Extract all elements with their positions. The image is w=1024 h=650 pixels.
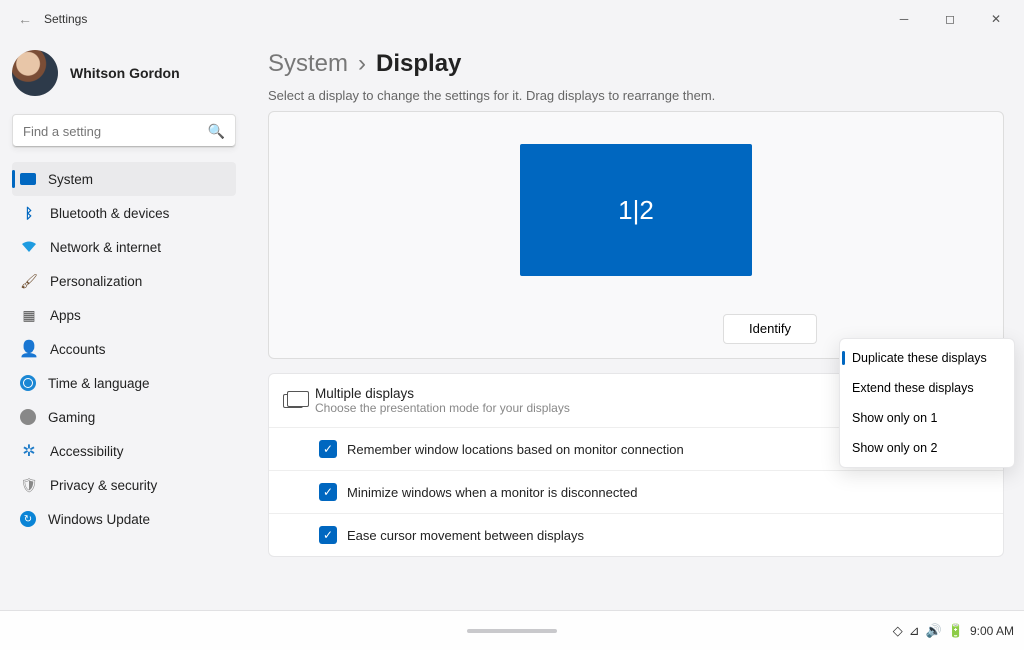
- page-subtitle: Select a display to change the settings …: [268, 88, 1004, 103]
- card-title: Multiple displays: [315, 386, 570, 401]
- sidebar-item-label: Accessibility: [50, 444, 124, 459]
- location-icon[interactable]: ◇: [893, 623, 903, 639]
- maximize-button[interactable]: ◻: [936, 12, 964, 26]
- account-block[interactable]: Whitson Gordon: [12, 50, 236, 96]
- sidebar-item-apps[interactable]: ▦ Apps: [12, 298, 236, 332]
- monitor-tile[interactable]: 1|2: [520, 144, 752, 276]
- taskbar[interactable]: ◇ ⊿ 🔊 🔋 9:00 AM: [0, 610, 1024, 650]
- checkbox-checked-icon[interactable]: ✓: [319, 526, 337, 544]
- person-icon: 👤: [20, 340, 38, 358]
- taskbar-handle: [467, 629, 557, 633]
- wifi-tray-icon[interactable]: ⊿: [909, 623, 920, 639]
- sidebar-item-accessibility[interactable]: ✲ Accessibility: [12, 434, 236, 468]
- sidebar-item-label: Privacy & security: [50, 478, 157, 493]
- system-tray[interactable]: ◇ ⊿ 🔊 🔋 9:00 AM: [893, 623, 1014, 639]
- sidebar-item-network[interactable]: Network & internet: [12, 230, 236, 264]
- search-icon: 🔍: [208, 123, 225, 140]
- search-box[interactable]: 🔍: [12, 114, 236, 148]
- displays-icon: [283, 394, 303, 408]
- checkbox-checked-icon[interactable]: ✓: [319, 440, 337, 458]
- sidebar-item-label: Bluetooth & devices: [50, 206, 169, 221]
- sidebar-item-update[interactable]: Windows Update: [12, 502, 236, 536]
- app-title: Settings: [44, 12, 87, 26]
- update-icon: [20, 511, 36, 527]
- option-minimize[interactable]: ✓ Minimize windows when a monitor is dis…: [269, 470, 1003, 513]
- user-name: Whitson Gordon: [70, 65, 180, 81]
- checkbox-checked-icon[interactable]: ✓: [319, 483, 337, 501]
- sidebar-item-label: System: [48, 172, 93, 187]
- sidebar-item-label: Apps: [50, 308, 81, 323]
- option-label: Minimize windows when a monitor is disco…: [347, 485, 637, 500]
- chevron-right-icon: ›: [358, 50, 366, 78]
- bluetooth-icon: ᛒ: [20, 204, 38, 222]
- sidebar-item-label: Time & language: [48, 376, 150, 391]
- menu-item-only1[interactable]: Show only on 1: [840, 403, 1014, 433]
- sidebar-item-time[interactable]: Time & language: [12, 366, 236, 400]
- menu-item-extend[interactable]: Extend these displays: [840, 373, 1014, 403]
- sidebar-item-label: Network & internet: [50, 240, 161, 255]
- menu-item-duplicate[interactable]: Duplicate these displays: [840, 343, 1014, 373]
- option-label: Remember window locations based on monit…: [347, 442, 684, 457]
- sidebar-item-privacy[interactable]: 🛡 Privacy & security: [12, 468, 236, 502]
- breadcrumb-current: Display: [376, 50, 461, 78]
- clock[interactable]: 9:00 AM: [970, 624, 1014, 638]
- sidebar-item-system[interactable]: System: [12, 162, 236, 196]
- display-arrangement[interactable]: 1|2 Identify Duplicate these displays Ex…: [268, 111, 1004, 359]
- minimize-button[interactable]: ─: [890, 12, 918, 26]
- search-input[interactable]: [23, 124, 208, 139]
- shield-icon: 🛡: [20, 476, 38, 494]
- sidebar-item-gaming[interactable]: Gaming: [12, 400, 236, 434]
- sidebar-item-label: Gaming: [48, 410, 95, 425]
- system-icon: [20, 173, 36, 185]
- close-button[interactable]: ✕: [982, 12, 1010, 26]
- sidebar-item-bluetooth[interactable]: ᛒ Bluetooth & devices: [12, 196, 236, 230]
- sidebar-item-label: Accounts: [50, 342, 106, 357]
- option-ease[interactable]: ✓ Ease cursor movement between displays: [269, 513, 1003, 556]
- breadcrumb-root[interactable]: System: [268, 50, 348, 78]
- menu-item-only2[interactable]: Show only on 2: [840, 433, 1014, 463]
- sidebar-item-personalization[interactable]: 🖌 Personalization: [12, 264, 236, 298]
- brush-icon: 🖌: [20, 272, 38, 290]
- globe-icon: [20, 375, 36, 391]
- breadcrumb: System › Display: [268, 50, 1004, 78]
- apps-icon: ▦: [20, 306, 38, 324]
- battery-icon[interactable]: 🔋: [948, 623, 964, 639]
- sound-icon[interactable]: 🔊: [926, 623, 942, 639]
- wifi-icon: [20, 238, 38, 256]
- card-subtitle: Choose the presentation mode for your di…: [315, 401, 570, 415]
- sidebar-item-label: Windows Update: [48, 512, 150, 527]
- display-mode-menu: Duplicate these displays Extend these di…: [839, 338, 1015, 468]
- back-button[interactable]: ←: [18, 11, 32, 27]
- gaming-icon: [20, 409, 36, 425]
- option-label: Ease cursor movement between displays: [347, 528, 584, 543]
- avatar: [12, 50, 58, 96]
- identify-button[interactable]: Identify: [723, 314, 817, 344]
- accessibility-icon: ✲: [20, 442, 38, 460]
- sidebar-item-accounts[interactable]: 👤 Accounts: [12, 332, 236, 366]
- sidebar-item-label: Personalization: [50, 274, 142, 289]
